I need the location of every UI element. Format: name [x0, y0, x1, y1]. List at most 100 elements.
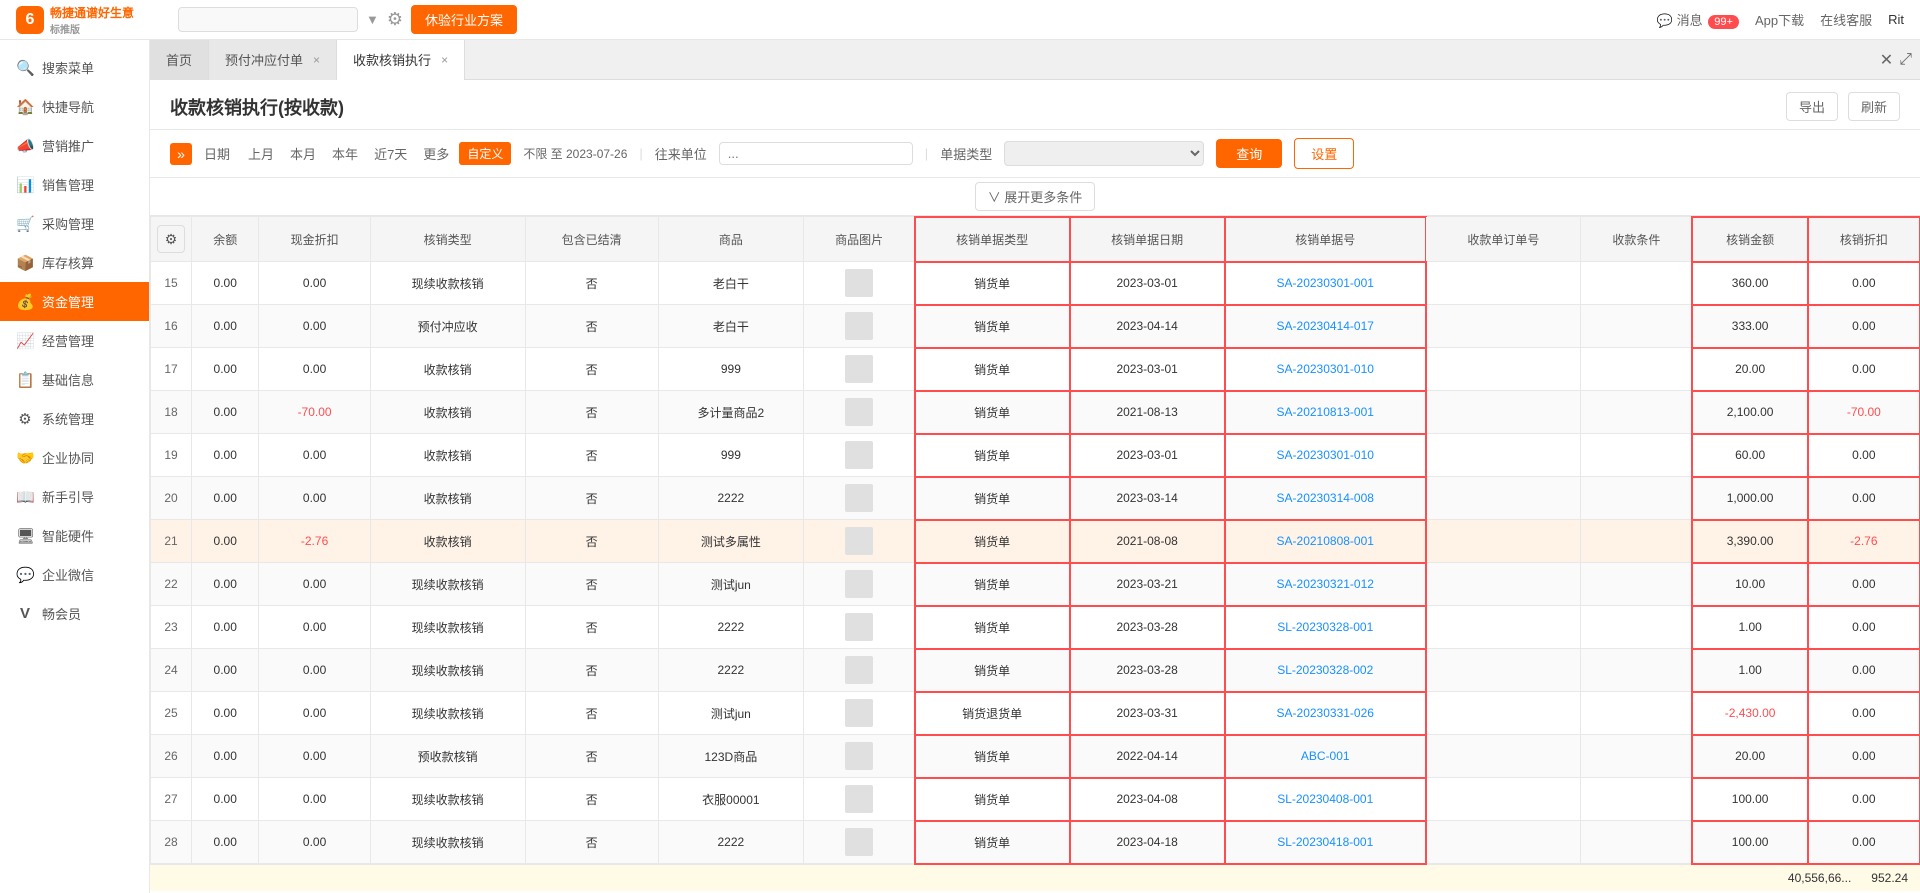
cell-writeoff-no[interactable]: SA-20230331-026 — [1225, 692, 1426, 735]
cell-receipt-order-no — [1426, 821, 1581, 864]
sidebar-item-operations[interactable]: 📈 经营管理 — [0, 321, 149, 360]
cell-writeoff-voucher-type: 销货单 — [915, 821, 1070, 864]
message-btn[interactable]: 💬 消息 99+ — [1657, 10, 1739, 29]
voucher-type-select[interactable] — [1004, 141, 1204, 166]
tab-writeoff-close[interactable]: × — [441, 53, 448, 67]
th-balance: 余额 — [192, 217, 259, 262]
cell-writeoff-voucher-type: 销货单 — [915, 262, 1070, 305]
tab-writeoff[interactable]: 收款核销执行 × — [337, 40, 465, 80]
data-table: ⚙ 余额 现金折扣 核销类型 包含已结清 商品 商品图片 核销单据类型 核销单据… — [150, 216, 1920, 864]
writeoff-no-link[interactable]: SL-20230328-001 — [1277, 620, 1373, 634]
app-download-btn[interactable]: App下载 — [1755, 10, 1804, 29]
tab-home[interactable]: 首页 — [150, 40, 209, 80]
writeoff-no-link[interactable]: SA-20230331-026 — [1277, 706, 1374, 720]
sidebar-item-quicknav[interactable]: 🏠 快捷导航 — [0, 87, 149, 126]
query-button[interactable]: 查询 — [1216, 139, 1282, 168]
cell-writeoff-no[interactable]: SA-20230301-010 — [1225, 434, 1426, 477]
date-7days[interactable]: 近7天 — [368, 142, 413, 165]
cell-writeoff-discount: 0.00 — [1808, 649, 1919, 692]
cell-writeoff-no[interactable]: ABC-001 — [1225, 735, 1426, 778]
search-input[interactable] — [178, 7, 358, 32]
date-last-month[interactable]: 上月 — [242, 142, 280, 165]
cell-writeoff-no[interactable]: SA-20230414-017 — [1225, 305, 1426, 348]
writeoff-no-link[interactable]: SL-20230408-001 — [1277, 792, 1373, 806]
table-row: 17 0.00 0.00 收款核销 否 999 销货单 2023-03-01 S… — [151, 348, 1920, 391]
filter-expand-button[interactable]: » — [170, 143, 192, 165]
industry-btn[interactable]: 休验行业方案 — [411, 5, 517, 34]
table-wrapper[interactable]: ⚙ 余额 现金折扣 核销类型 包含已结清 商品 商品图片 核销单据类型 核销单据… — [150, 216, 1920, 893]
cell-writeoff-no[interactable]: SA-20210808-001 — [1225, 520, 1426, 563]
tab-prepay-close[interactable]: × — [313, 53, 320, 67]
date-this-month[interactable]: 本月 — [284, 142, 322, 165]
cell-receipt-terms — [1581, 434, 1692, 477]
tab-close-all-icon[interactable]: ✕ — [1880, 50, 1893, 70]
writeoff-no-link[interactable]: SA-20230314-008 — [1277, 491, 1374, 505]
writeoff-no-link[interactable]: SA-20230301-010 — [1277, 362, 1374, 376]
sidebar-item-purchase[interactable]: 🛒 采购管理 — [0, 204, 149, 243]
writeoff-no-link[interactable]: SL-20230418-001 — [1277, 835, 1373, 849]
sidebar-item-sales[interactable]: 📊 销售管理 — [0, 165, 149, 204]
cell-no: 16 — [151, 305, 192, 348]
writeoff-no-link[interactable]: SL-20230328-002 — [1277, 663, 1373, 677]
sidebar-item-marketing[interactable]: 📣 营销推广 — [0, 126, 149, 165]
writeoff-no-link[interactable]: ABC-001 — [1301, 749, 1350, 763]
dropdown-icon[interactable]: ▼ — [366, 12, 379, 27]
refresh-button[interactable]: 刷新 — [1848, 92, 1900, 121]
cell-writeoff-type: 收款核销 — [370, 477, 525, 520]
cell-writeoff-type: 收款核销 — [370, 348, 525, 391]
sidebar-item-system[interactable]: ⚙ 系统管理 — [0, 399, 149, 438]
message-label: 消息 — [1677, 13, 1703, 28]
cell-writeoff-date: 2022-04-14 — [1070, 735, 1225, 778]
sidebar-label-collab: 企业协同 — [42, 448, 94, 467]
sidebar-item-collab[interactable]: 🤝 企业协同 — [0, 438, 149, 477]
sidebar-item-basic[interactable]: 📋 基础信息 — [0, 360, 149, 399]
sidebar-item-search[interactable]: 🔍 搜索菜单 — [0, 48, 149, 87]
writeoff-no-link[interactable]: SA-20230414-017 — [1277, 319, 1374, 333]
tab-expand-icon[interactable]: ⤢ — [1899, 51, 1912, 69]
expand-more-button[interactable]: ∨ 展开更多条件 — [975, 182, 1096, 211]
writeoff-no-link[interactable]: SA-20210813-001 — [1277, 405, 1374, 419]
cell-include-settled: 否 — [525, 520, 658, 563]
sidebar-item-wechat[interactable]: 💬 企业微信 — [0, 555, 149, 594]
th-settings[interactable]: ⚙ — [151, 217, 192, 262]
cell-goods: 2222 — [658, 821, 803, 864]
counterparty-input[interactable] — [719, 142, 913, 165]
export-button[interactable]: 导出 — [1786, 92, 1838, 121]
column-settings-icon[interactable]: ⚙ — [157, 225, 185, 253]
tab-prepay[interactable]: 预付冲应付单 × — [209, 40, 337, 80]
cell-writeoff-no[interactable]: SL-20230408-001 — [1225, 778, 1426, 821]
online-service-btn[interactable]: 在线客服 — [1820, 10, 1872, 29]
settings-button[interactable]: 设置 — [1294, 138, 1354, 169]
page-header: 收款核销执行(按收款) 导出 刷新 — [150, 80, 1920, 130]
cell-writeoff-type: 收款核销 — [370, 434, 525, 477]
writeoff-no-link[interactable]: SA-20230301-010 — [1277, 448, 1374, 462]
cell-writeoff-no[interactable]: SA-20230321-012 — [1225, 563, 1426, 606]
sidebar-label-basic: 基础信息 — [42, 370, 94, 389]
cell-writeoff-no[interactable]: SA-20230314-008 — [1225, 477, 1426, 520]
writeoff-no-link[interactable]: SA-20230301-001 — [1277, 276, 1374, 290]
settings-icon[interactable]: ⚙ — [387, 9, 403, 30]
app-edition: 标推版 — [50, 21, 134, 36]
cell-writeoff-no[interactable]: SL-20230328-001 — [1225, 606, 1426, 649]
cell-goods-image — [803, 778, 914, 821]
cell-writeoff-discount: 0.00 — [1808, 692, 1919, 735]
writeoff-no-link[interactable]: SA-20230321-012 — [1277, 577, 1374, 591]
sidebar-item-hardware[interactable]: 🖥 智能硬件 — [0, 516, 149, 555]
cell-writeoff-no[interactable]: SA-20230301-010 — [1225, 348, 1426, 391]
date-this-year[interactable]: 本年 — [326, 142, 364, 165]
cell-writeoff-no[interactable]: SA-20210813-001 — [1225, 391, 1426, 434]
cell-writeoff-no[interactable]: SA-20230301-001 — [1225, 262, 1426, 305]
cell-goods-image — [803, 262, 914, 305]
cell-writeoff-amount: 3,390.00 — [1692, 520, 1808, 563]
cell-writeoff-voucher-type: 销货单 — [915, 649, 1070, 692]
sidebar-item-finance[interactable]: 💰 资金管理 — [0, 282, 149, 321]
cell-writeoff-no[interactable]: SL-20230418-001 — [1225, 821, 1426, 864]
sidebar-item-member[interactable]: V 畅会员 — [0, 594, 149, 633]
sidebar-item-inventory[interactable]: 📦 库存核算 — [0, 243, 149, 282]
cell-writeoff-no[interactable]: SL-20230328-002 — [1225, 649, 1426, 692]
date-more[interactable]: 更多 — [417, 142, 455, 165]
purchase-icon: 🛒 — [16, 215, 34, 233]
sidebar-item-guide[interactable]: 📖 新手引导 — [0, 477, 149, 516]
writeoff-no-link[interactable]: SA-20210808-001 — [1277, 534, 1374, 548]
date-custom[interactable]: 自定义 — [459, 142, 511, 165]
